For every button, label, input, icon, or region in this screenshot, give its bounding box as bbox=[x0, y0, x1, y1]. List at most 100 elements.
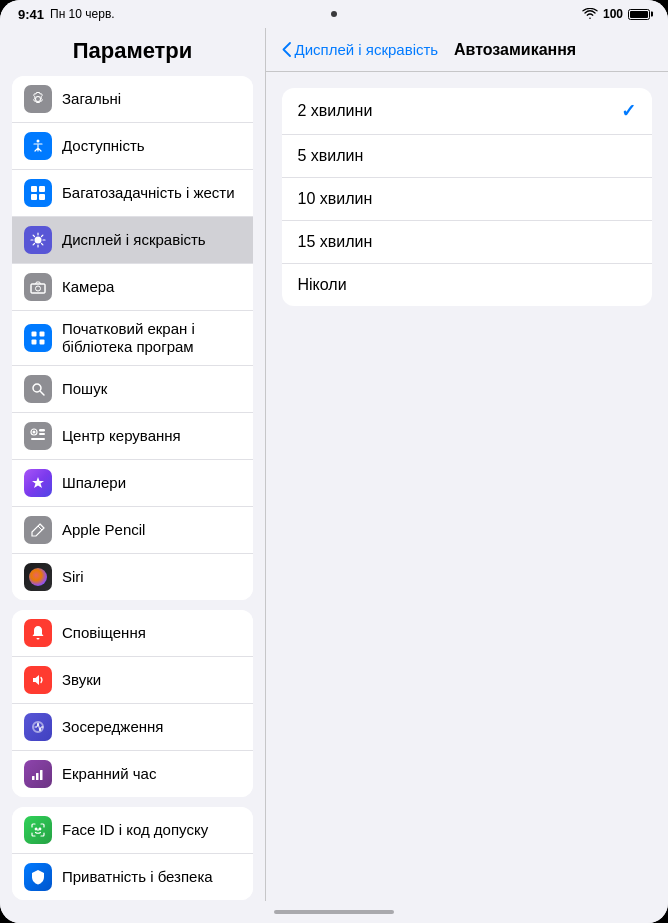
svg-rect-2 bbox=[39, 186, 45, 192]
svg-point-12 bbox=[33, 384, 41, 392]
svg-rect-8 bbox=[32, 332, 37, 337]
focus-icon bbox=[24, 713, 52, 741]
option-label-optnever: Ніколи bbox=[298, 276, 347, 294]
sidebar-item-camera[interactable]: Камера bbox=[12, 264, 253, 311]
svg-rect-15 bbox=[31, 438, 45, 440]
svg-rect-1 bbox=[31, 186, 37, 192]
sidebar-item-sounds-label: Звуки bbox=[62, 671, 101, 689]
option-item-opt10[interactable]: 10 хвилин bbox=[282, 178, 653, 221]
sidebar-item-privacy[interactable]: Приватність і безпека bbox=[12, 854, 253, 900]
svg-rect-11 bbox=[40, 340, 45, 345]
sidebar-item-accessibility-label: Доступність bbox=[62, 137, 145, 155]
sidebar-item-homescreen-label: Початковий екран і бібліотека програм bbox=[62, 320, 241, 356]
detail-title: Автозамикання bbox=[378, 41, 652, 59]
chevron-left-icon bbox=[282, 42, 291, 57]
sidebar-group-1: Загальні Доступність bbox=[12, 76, 253, 600]
sidebar-item-pencil[interactable]: Apple Pencil bbox=[12, 507, 253, 554]
option-label-opt2: 2 хвилини bbox=[298, 102, 373, 120]
battery-percent: 100 bbox=[603, 7, 623, 21]
svg-point-7 bbox=[36, 286, 41, 291]
sidebar-item-search[interactable]: Пошук bbox=[12, 366, 253, 413]
sidebar-item-wallpaper[interactable]: Шпалери bbox=[12, 460, 253, 507]
detail-content: 2 хвилини ✓ 5 хвилин 10 хвилин 15 хвилин Ніко… bbox=[266, 72, 669, 901]
option-item-opt5[interactable]: 5 хвилин bbox=[282, 135, 653, 178]
svg-rect-19 bbox=[36, 773, 39, 780]
battery-fill bbox=[630, 11, 648, 18]
sidebar-content: Загальні Доступність bbox=[0, 76, 265, 901]
sidebar-item-control[interactable]: Центр керування bbox=[12, 413, 253, 460]
display-icon bbox=[24, 226, 52, 254]
sidebar-item-faceid-label: Face ID і код допуску bbox=[62, 821, 208, 839]
sidebar-item-sounds[interactable]: Звуки bbox=[12, 657, 253, 704]
screentime-icon bbox=[24, 760, 52, 788]
svg-point-21 bbox=[35, 828, 37, 830]
home-indicator bbox=[0, 901, 668, 923]
control-icon bbox=[24, 422, 52, 450]
checkmark-icon: ✓ bbox=[621, 100, 636, 122]
battery-icon bbox=[628, 9, 650, 20]
homescreen-icon bbox=[24, 324, 52, 352]
siri-icon bbox=[24, 563, 52, 591]
sidebar-group-2: Сповіщення Звуки bbox=[12, 610, 253, 797]
sidebar-item-notifications-label: Сповіщення bbox=[62, 624, 146, 642]
sidebar-item-privacy-label: Приватність і безпека bbox=[62, 868, 213, 886]
sidebar: Параметри Загальні bbox=[0, 28, 265, 901]
camera-dot bbox=[331, 11, 337, 17]
camera-icon bbox=[24, 273, 52, 301]
sidebar-item-general[interactable]: Загальні bbox=[12, 76, 253, 123]
sidebar-item-search-label: Пошук bbox=[62, 380, 107, 398]
option-item-optnever[interactable]: Ніколи bbox=[282, 264, 653, 306]
sidebar-item-multitasking[interactable]: Багатозадачність і жести bbox=[12, 170, 253, 217]
pencil-icon bbox=[24, 516, 52, 544]
svg-rect-3 bbox=[31, 194, 37, 200]
sidebar-item-siri-label: Siri bbox=[62, 568, 84, 586]
sidebar-item-focus-label: Зосередження bbox=[62, 718, 163, 736]
option-item-opt15[interactable]: 15 хвилин bbox=[282, 221, 653, 264]
privacy-icon bbox=[24, 863, 52, 891]
status-day: Пн 10 черв. bbox=[50, 7, 115, 21]
svg-point-22 bbox=[39, 828, 41, 830]
sidebar-item-focus[interactable]: Зосередження bbox=[12, 704, 253, 751]
sidebar-item-display-label: Дисплей і яскравість bbox=[62, 231, 206, 249]
svg-rect-10 bbox=[32, 340, 37, 345]
status-bar-left: 9:41 Пн 10 черв. bbox=[18, 7, 115, 22]
svg-rect-9 bbox=[40, 332, 45, 337]
accessibility-icon bbox=[24, 132, 52, 160]
sidebar-item-general-label: Загальні bbox=[62, 90, 121, 108]
sidebar-item-wallpaper-label: Шпалери bbox=[62, 474, 126, 492]
option-label-opt5: 5 хвилин bbox=[298, 147, 364, 165]
sidebar-item-camera-label: Камера bbox=[62, 278, 114, 296]
notifications-icon bbox=[24, 619, 52, 647]
status-bar-right: 100 bbox=[582, 7, 650, 21]
sidebar-group-3: Face ID і код допуску Приватність і безп… bbox=[12, 807, 253, 900]
sidebar-item-faceid[interactable]: Face ID і код допуску bbox=[12, 807, 253, 854]
sounds-icon bbox=[24, 666, 52, 694]
svg-point-0 bbox=[37, 140, 40, 143]
sidebar-item-pencil-label: Apple Pencil bbox=[62, 521, 145, 539]
svg-rect-18 bbox=[32, 776, 35, 780]
svg-rect-16 bbox=[39, 433, 45, 435]
wallpaper-icon bbox=[24, 469, 52, 497]
sidebar-item-screentime-label: Екранний час bbox=[62, 765, 156, 783]
sidebar-header: Параметри bbox=[0, 28, 265, 76]
screen: 9:41 Пн 10 черв. 100 Параметри bbox=[0, 0, 668, 923]
sidebar-item-notifications[interactable]: Сповіщення bbox=[12, 610, 253, 657]
home-bar bbox=[274, 910, 394, 914]
search-icon bbox=[24, 375, 52, 403]
option-label-opt15: 15 хвилин bbox=[298, 233, 373, 251]
svg-rect-6 bbox=[31, 284, 45, 293]
sidebar-item-multitasking-label: Багатозадачність і жести bbox=[62, 184, 235, 202]
sidebar-item-siri[interactable]: Siri bbox=[12, 554, 253, 600]
sidebar-item-screentime[interactable]: Екранний час bbox=[12, 751, 253, 797]
sidebar-item-display[interactable]: Дисплей і яскравість bbox=[12, 217, 253, 264]
status-time: 9:41 bbox=[18, 7, 44, 22]
sidebar-item-homescreen[interactable]: Початковий екран і бібліотека програм bbox=[12, 311, 253, 366]
svg-rect-14 bbox=[39, 429, 45, 432]
option-label-opt10: 10 хвилин bbox=[298, 190, 373, 208]
sidebar-item-accessibility[interactable]: Доступність bbox=[12, 123, 253, 170]
options-group: 2 хвилини ✓ 5 хвилин 10 хвилин 15 хвилин Ніко… bbox=[282, 88, 653, 306]
svg-rect-20 bbox=[40, 770, 43, 780]
wifi-icon bbox=[582, 8, 598, 20]
option-item-opt2[interactable]: 2 хвилини ✓ bbox=[282, 88, 653, 135]
gear-icon bbox=[24, 85, 52, 113]
